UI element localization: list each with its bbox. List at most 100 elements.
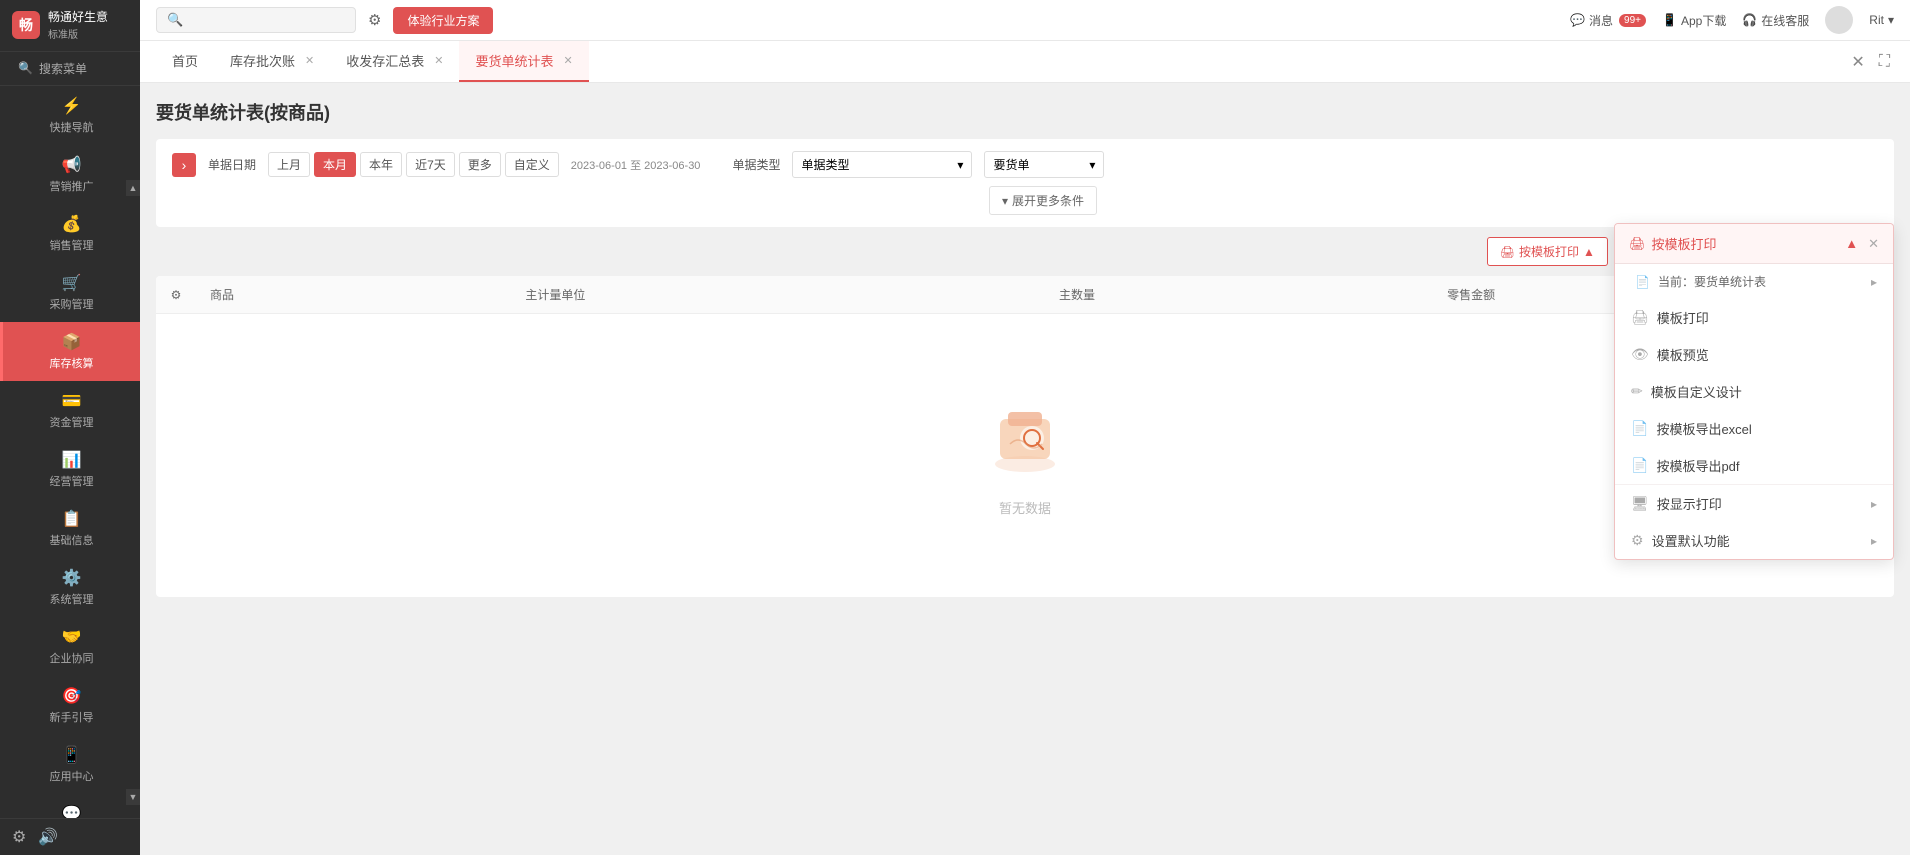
basic-icon: 📋 [62, 509, 82, 529]
template-design-item[interactable]: ✏ 模板自定义设计 [1615, 373, 1893, 410]
empty-text: 暂无数据 [999, 498, 1051, 517]
sidebar-item-label: 企业协同 [50, 650, 94, 666]
sound-icon[interactable]: 🔊 [38, 827, 58, 847]
template-preview-item[interactable]: 👁 模板预览 [1615, 336, 1893, 373]
phone-icon: 📱 [1662, 13, 1677, 27]
tabs-right-controls: ✕ ⛶ [1847, 48, 1894, 76]
sidebar-item-app[interactable]: 📱 应用中心 [0, 735, 140, 794]
print-button[interactable]: 🖨 按模板打印 ▲ [1487, 237, 1608, 266]
sidebar-search[interactable]: 🔍 搜索菜单 [0, 52, 140, 86]
date-btn-custom[interactable]: 自定义 [505, 152, 559, 177]
topbar-gear-icon[interactable]: ⚙ [368, 11, 381, 29]
sidebar-item-marketing[interactable]: 📢 营销推广 [0, 145, 140, 204]
sidebar-item-collab[interactable]: 🤝 企业协同 [0, 617, 140, 676]
app-icon: 📱 [62, 745, 82, 765]
industry-solution-button[interactable]: 体验行业方案 [393, 7, 493, 34]
topbar-right: 💬 消息 99+ 📱 App下载 🎧 在线客服 Rit ▾ [1570, 6, 1894, 34]
template-export-excel-item[interactable]: 📄 按模板导出excel [1615, 410, 1893, 447]
operation-icon: 📊 [62, 450, 82, 470]
sidebar-item-sales[interactable]: 💰 销售管理 [0, 204, 140, 263]
online-service-btn[interactable]: 🎧 在线客服 [1742, 12, 1809, 29]
search-input[interactable] [189, 13, 329, 27]
topbar-search-box[interactable]: 🔍 [156, 7, 356, 33]
tab-close-batch-account[interactable]: ✕ [305, 54, 314, 67]
sidebar-item-inventory[interactable]: 📦 库存核算 [0, 322, 140, 381]
display-print-item[interactable]: 🖥 按显示打印 ▸ [1615, 485, 1893, 522]
date-label: 单据日期 [208, 156, 256, 173]
chevron-right-icon: › [182, 157, 187, 173]
chevron-down-icon: ▾ [1002, 194, 1008, 208]
app-download-btn[interactable]: 📱 App下载 [1662, 12, 1726, 29]
notifications-btn[interactable]: 💬 消息 99+ [1570, 12, 1646, 29]
inventory-icon: 📦 [62, 332, 82, 352]
page-title: 要货单统计表(按商品) [156, 99, 1894, 125]
default-icon: ⚙ [1631, 532, 1644, 549]
preview-icon: 👁 [1631, 346, 1649, 363]
date-btn-this-month[interactable]: 本月 [314, 152, 356, 177]
goods-filter-select[interactable]: 要货单 ▾ [984, 151, 1104, 178]
table-col-goods: 商品 [196, 276, 511, 314]
sidebar-item-finance[interactable]: 💳 资金管理 [0, 381, 140, 440]
filter-expand-button[interactable]: › [172, 153, 196, 177]
type-label: 单据类型 [732, 156, 780, 173]
type-select[interactable]: 单据类型 ▾ [792, 151, 972, 178]
sidebar-item-basic[interactable]: 📋 基础信息 [0, 499, 140, 558]
date-btn-7days[interactable]: 近7天 [406, 152, 455, 177]
date-btn-last-month[interactable]: 上月 [268, 152, 310, 177]
user-name[interactable]: Rit ▾ [1869, 13, 1894, 27]
sales-icon: 💰 [62, 214, 82, 234]
guide-icon: 🎯 [62, 686, 82, 706]
sidebar-item-label: 快捷导航 [50, 119, 94, 135]
sidebar-item-purchase[interactable]: 🛒 采购管理 [0, 263, 140, 322]
filter-fields: 单据日期 上月 本月 本年 近7天 更多 自定义 2023-06-01 至 20… [208, 151, 1878, 215]
sidebar-bottom: ⚙ 🔊 [0, 818, 140, 855]
scroll-down-btn[interactable]: ▼ [126, 789, 140, 805]
tab-home[interactable]: 首页 [156, 41, 214, 82]
page-content: 要货单统计表(按商品) › 单据日期 上月 本月 本年 近7天 更多 自定义 [140, 83, 1910, 855]
scroll-up-btn[interactable]: ▲ [126, 180, 140, 196]
empty-icon [980, 394, 1070, 484]
marketing-icon: 📢 [62, 155, 82, 175]
set-default-item[interactable]: ⚙ 设置默认功能 ▸ [1615, 522, 1893, 559]
tab-order-stats[interactable]: 要货单统计表 ✕ [459, 41, 588, 82]
close-icon[interactable]: ✕ [1868, 236, 1879, 252]
sidebar-item-label: 资金管理 [50, 414, 94, 430]
topbar: 🔍 ⚙ 体验行业方案 💬 消息 99+ 📱 App下载 🎧 在线客服 Rit ▾ [140, 0, 1910, 41]
headset-icon: 🎧 [1742, 13, 1757, 27]
search-icon: 🔍 [18, 61, 33, 75]
template-print-item[interactable]: 🖨 模板打印 [1615, 299, 1893, 336]
sidebar-item-system[interactable]: ⚙️ 系统管理 [0, 558, 140, 617]
tab-receipt-summary[interactable]: 收发存汇总表 ✕ [330, 41, 459, 82]
settings-icon[interactable]: ⚙ [12, 827, 26, 847]
sidebar-item-shortcut[interactable]: ⚡ 快捷导航 [0, 86, 140, 145]
sidebar-item-label: 基础信息 [50, 532, 94, 548]
print-dropdown-menu: 🖨 按模板打印 ▲ ✕ 📄 当前：要货单统计表 ▸ 🖨 [1614, 223, 1894, 560]
expand-row: ▾ 展开更多条件 [208, 186, 1878, 215]
chevron-down-icon: ▾ [957, 158, 963, 172]
current-template-item[interactable]: 📄 当前：要货单统计表 ▸ [1615, 264, 1893, 299]
finance-icon: 💳 [62, 391, 82, 411]
sidebar-item-guide[interactable]: 🎯 新手引导 [0, 676, 140, 735]
settings-icon[interactable]: ⚙ [171, 288, 182, 302]
chevron-up-icon[interactable]: ▲ [1845, 236, 1858, 251]
sidebar-item-wechat[interactable]: 💬 企业微信 [0, 794, 140, 818]
date-btn-more[interactable]: 更多 [459, 152, 501, 177]
date-btn-this-year[interactable]: 本年 [360, 152, 402, 177]
sidebar-item-operation[interactable]: 📊 经营管理 [0, 440, 140, 499]
tab-close-all-icon[interactable]: ✕ [1847, 48, 1868, 76]
tab-close-order-stats[interactable]: ✕ [564, 54, 573, 67]
table-col-qty: 主数量 [1045, 276, 1433, 314]
sidebar-item-label: 销售管理 [50, 237, 94, 253]
search-label: 搜索菜单 [39, 60, 87, 77]
avatar[interactable] [1825, 6, 1853, 34]
tab-expand-icon[interactable]: ⛶ [1875, 49, 1894, 75]
tab-batch-account[interactable]: 库存批次账 ✕ [214, 41, 330, 82]
sidebar-item-label: 系统管理 [50, 591, 94, 607]
template-export-pdf-item[interactable]: 📄 按模板导出pdf [1615, 447, 1893, 484]
wechat-icon: 💬 [62, 804, 82, 818]
expand-more-button[interactable]: ▾ 展开更多条件 [989, 186, 1097, 215]
shortcut-icon: ⚡ [62, 96, 82, 116]
tab-close-receipt-summary[interactable]: ✕ [434, 54, 443, 67]
purchase-icon: 🛒 [62, 273, 82, 293]
dropdown-header-controls: ▲ ✕ [1845, 236, 1879, 252]
